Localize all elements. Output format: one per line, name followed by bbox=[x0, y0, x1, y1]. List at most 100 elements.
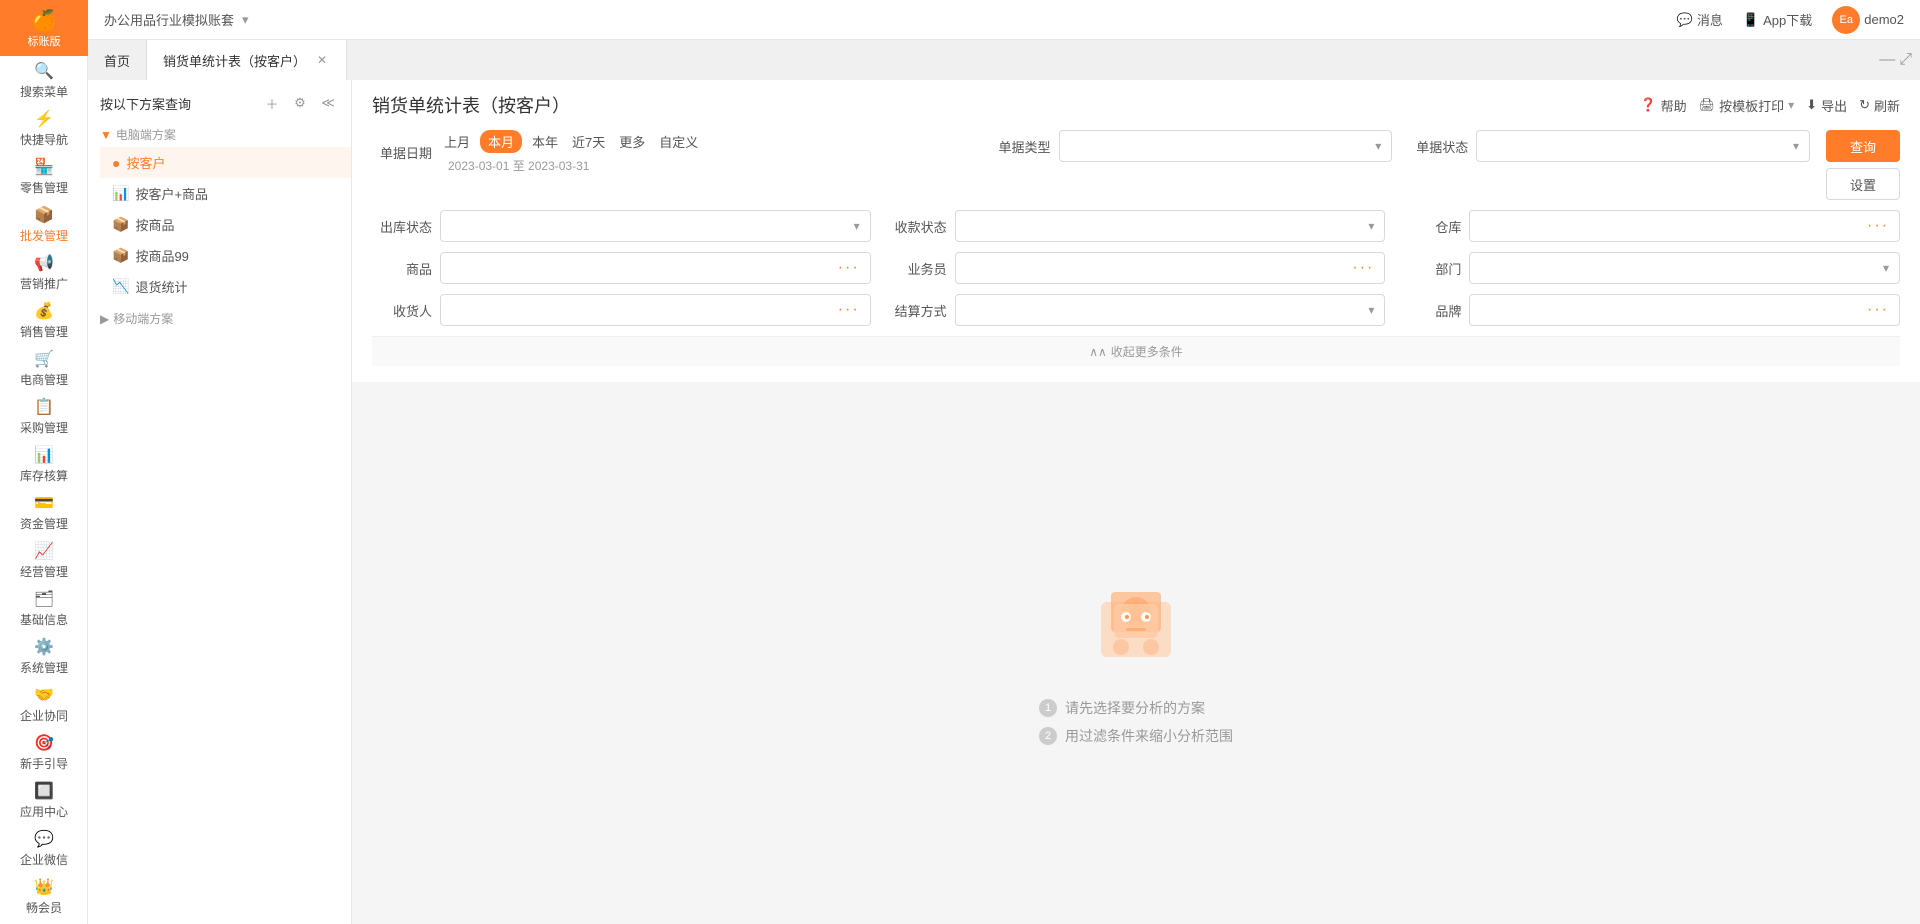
tab-home-label: 首页 bbox=[104, 51, 130, 70]
collapse-label: 收起更多条件 bbox=[1111, 343, 1183, 360]
query-button[interactable]: 查询 bbox=[1826, 130, 1900, 162]
print-btn[interactable]: 🖨 按模板打印 ▾ bbox=[1699, 96, 1795, 115]
desktop-section[interactable]: ▼ 电脑端方案 bbox=[88, 122, 351, 147]
tab-sales-stats[interactable]: 销货单统计表（按客户） ✕ bbox=[147, 40, 347, 80]
warehouse-dots: ··· bbox=[1867, 217, 1889, 235]
collapse-up-icon: ∧∧ bbox=[1089, 345, 1107, 359]
tip-num-2: 2 bbox=[1039, 727, 1057, 745]
collapse-bar[interactable]: ∧∧ 收起更多条件 bbox=[372, 336, 1900, 366]
dept-select[interactable]: ▾ bbox=[1469, 252, 1900, 284]
date-tab-custom[interactable]: 自定义 bbox=[655, 130, 702, 153]
date-tab-this-year[interactable]: 本年 bbox=[528, 130, 562, 153]
sidebar-item-wholesale[interactable]: 📦 批发管理 bbox=[0, 200, 88, 248]
mobile-section[interactable]: ▶ 移动端方案 bbox=[88, 306, 351, 331]
out-status-select[interactable]: ▾ bbox=[440, 210, 871, 242]
help-icon: ❓ bbox=[1640, 97, 1656, 113]
print-label: 按模板打印 bbox=[1719, 96, 1784, 115]
sidebar-item-operation[interactable]: 📈 经营管理 bbox=[0, 536, 88, 584]
out-status-chevron: ▾ bbox=[854, 219, 860, 233]
desktop-tree-group: ● 按客户 📊 按客户+商品 📦 按商品 📦 按商品99 📉 退货统 bbox=[88, 147, 351, 302]
refresh-btn[interactable]: ↻ 刷新 bbox=[1859, 96, 1900, 115]
refresh-icon: ↻ bbox=[1859, 97, 1870, 113]
app-download-btn[interactable]: 📱 App下载 bbox=[1743, 10, 1812, 29]
tabs-right-actions: — ⤢ bbox=[1879, 51, 1920, 69]
by-customer-icon: ● bbox=[112, 155, 120, 171]
goods-select[interactable]: ··· bbox=[440, 252, 871, 284]
date-tab-more[interactable]: 更多 bbox=[615, 130, 649, 153]
sidebar-item-app-center[interactable]: 🔲 应用中心 bbox=[0, 776, 88, 824]
sidebar-item-cooperation[interactable]: 🤝 企业协同 bbox=[0, 680, 88, 728]
scheme-by-goods[interactable]: 📦 按商品 bbox=[100, 209, 351, 240]
sidebar-item-sales[interactable]: 💰 销售管理 bbox=[0, 296, 88, 344]
app-download-label: App下载 bbox=[1763, 10, 1812, 29]
doc-type-select[interactable]: ▾ bbox=[1059, 130, 1393, 162]
sidebar-item-ecommerce[interactable]: 🛒 电商管理 bbox=[0, 344, 88, 392]
scheme-return-stats[interactable]: 📉 退货统计 bbox=[100, 271, 351, 302]
window-minimize-btn[interactable]: — bbox=[1879, 51, 1895, 69]
edit-scheme-btn[interactable]: ⚙ bbox=[289, 92, 311, 114]
receiver-select[interactable]: ··· bbox=[440, 294, 871, 326]
settlement-select[interactable]: ▾ bbox=[955, 294, 1386, 326]
date-tab-last-month[interactable]: 上月 bbox=[440, 130, 474, 153]
breadcrumb-chevron[interactable]: ▾ bbox=[242, 12, 249, 28]
sidebar-item-newbie[interactable]: 🎯 新手引导 bbox=[0, 728, 88, 776]
empty-tip-2: 2 用过滤条件来缩小分析范围 bbox=[1039, 726, 1233, 746]
user-avatar-area[interactable]: Ea demo2 bbox=[1832, 6, 1904, 34]
window-maximize-btn[interactable]: ⤢ bbox=[1899, 51, 1912, 69]
sidebar-item-label: 批发管理 bbox=[20, 227, 68, 244]
left-panel-header: 按以下方案查询 ＋ ⚙ ≪ bbox=[88, 92, 351, 122]
message-btn[interactable]: 💬 消息 bbox=[1677, 10, 1723, 29]
retail-icon: 🏪 bbox=[34, 157, 54, 177]
topbar-right: 💬 消息 📱 App下载 Ea demo2 bbox=[1677, 6, 1904, 34]
goods-dots: ··· bbox=[838, 259, 860, 277]
edit-icon: ⚙ bbox=[294, 95, 306, 111]
staff-label: 业务员 bbox=[887, 259, 947, 278]
tab-close-icon[interactable]: ✕ bbox=[314, 52, 330, 68]
export-btn[interactable]: ⬇ 导出 bbox=[1806, 96, 1847, 115]
collapse-panel-btn[interactable]: ≪ bbox=[317, 92, 339, 114]
date-tab-this-month[interactable]: 本月 bbox=[480, 130, 522, 153]
by-goods99-icon: 📦 bbox=[112, 247, 129, 264]
sidebar-item-member[interactable]: 👑 畅会员 bbox=[0, 872, 88, 920]
search-menu-icon: 🔍 bbox=[34, 61, 54, 81]
brand-select[interactable]: ··· bbox=[1469, 294, 1900, 326]
staff-select[interactable]: ··· bbox=[955, 252, 1386, 284]
sidebar-item-retail[interactable]: 🏪 零售管理 bbox=[0, 152, 88, 200]
tab-home[interactable]: 首页 bbox=[88, 40, 147, 80]
sidebar-item-inventory[interactable]: 📊 库存核算 bbox=[0, 440, 88, 488]
scheme-by-customer-goods[interactable]: 📊 按客户+商品 bbox=[100, 178, 351, 209]
sidebar-item-wechat[interactable]: 💬 企业微信 bbox=[0, 824, 88, 872]
filter-area: 单据日期 上月 本月 本年 近7天 更多 自定义 2023-03-01 至 20… bbox=[352, 118, 1920, 382]
staff-dots: ··· bbox=[1352, 259, 1374, 277]
tip-text-1: 请先选择要分析的方案 bbox=[1065, 698, 1205, 718]
date-tab-7days[interactable]: 近7天 bbox=[568, 130, 609, 153]
warehouse-select[interactable]: ··· bbox=[1469, 210, 1900, 242]
breadcrumb: 办公用品行业模拟账套 bbox=[104, 10, 234, 29]
operation-icon: 📈 bbox=[34, 541, 54, 561]
empty-svg bbox=[1076, 562, 1196, 682]
scheme-by-customer[interactable]: ● 按客户 bbox=[100, 147, 351, 178]
sidebar-item-basic[interactable]: 🗂 基础信息 bbox=[0, 584, 88, 632]
settings-button[interactable]: 设置 bbox=[1826, 168, 1900, 200]
add-scheme-btn[interactable]: ＋ bbox=[261, 92, 283, 114]
sidebar-item-search-menu[interactable]: 🔍 搜索菜单 bbox=[0, 56, 88, 104]
sidebar-item-marketing[interactable]: 📢 营销推广 bbox=[0, 248, 88, 296]
payment-status-select[interactable]: ▾ bbox=[955, 210, 1386, 242]
scheme-by-goods-99[interactable]: 📦 按商品99 bbox=[100, 240, 351, 271]
logo-icon: 🍊 bbox=[32, 8, 57, 33]
sidebar-item-finance[interactable]: 💳 资金管理 bbox=[0, 488, 88, 536]
cooperation-icon: 🤝 bbox=[34, 685, 54, 705]
help-btn[interactable]: ❓ 帮助 bbox=[1640, 96, 1686, 115]
download-icon: 📱 bbox=[1743, 12, 1759, 28]
sidebar-item-label: 电商管理 bbox=[20, 371, 68, 388]
desktop-section-label: 电脑端方案 bbox=[116, 126, 176, 143]
sidebar-item-system[interactable]: ⚙️ 系统管理 bbox=[0, 632, 88, 680]
sidebar-item-purchase[interactable]: 📋 采购管理 bbox=[0, 392, 88, 440]
by-goods-icon: 📦 bbox=[112, 216, 129, 233]
marketing-icon: 📢 bbox=[34, 253, 54, 273]
return-stats-label: 退货统计 bbox=[135, 277, 187, 296]
doc-status-select[interactable]: ▾ bbox=[1476, 130, 1810, 162]
right-panel: 销货单统计表（按客户） ❓ 帮助 🖨 按模板打印 ▾ ⬇ 导出 bbox=[352, 80, 1920, 924]
sidebar-item-quick-nav[interactable]: ⚡ 快捷导航 bbox=[0, 104, 88, 152]
logo-text: 标账版 bbox=[28, 33, 61, 49]
